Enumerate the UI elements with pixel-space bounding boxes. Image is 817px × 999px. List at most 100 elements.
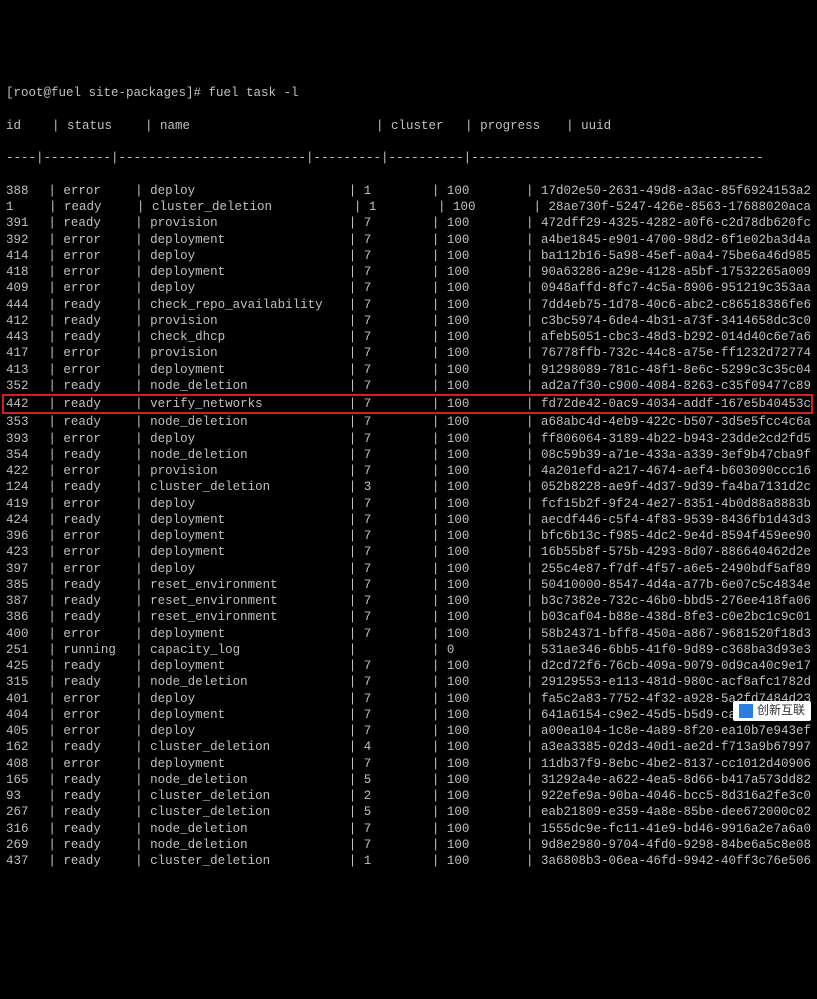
table-row: 251 | running | capacity_log | | 0 | 531… <box>6 642 811 658</box>
cell-cluster: 7 <box>364 313 432 329</box>
cell-uuid: 91298089-781c-48f1-8e6c-5299c3c35c04 <box>541 362 811 378</box>
cell-name: deployment <box>150 512 349 528</box>
cell-id: 162 <box>6 739 48 755</box>
terminal-output: [root@fuel site-packages]# fuel task -l … <box>6 69 811 886</box>
cell-progress: 100 <box>447 313 526 329</box>
cell-name: deploy <box>150 183 349 199</box>
cell-status: ready <box>63 414 135 430</box>
table-row: 316 | ready | node_deletion | 7 | 100 | … <box>6 821 811 837</box>
cell-id: 315 <box>6 674 48 690</box>
cell-uuid: ad2a7f30-c900-4084-8263-c35f09477c89 <box>541 378 811 394</box>
cell-uuid: bfc6b13c-f985-4dc2-9e4d-8594f459ee90 <box>541 528 811 544</box>
cell-name: provision <box>150 463 349 479</box>
cell-cluster: 7 <box>364 674 432 690</box>
cell-status: ready <box>63 215 135 231</box>
cell-uuid: 31292a4e-a622-4ea5-8d66-b417a573dd82 <box>541 772 811 788</box>
cell-progress: 100 <box>447 772 526 788</box>
cell-progress: 100 <box>447 707 526 723</box>
table-row: 386 | ready | reset_environment | 7 | 10… <box>6 609 811 625</box>
cell-cluster: 1 <box>369 199 438 215</box>
cell-status: error <box>63 626 135 642</box>
cell-name: reset_environment <box>150 577 349 593</box>
cell-id: 93 <box>6 788 48 804</box>
table-row: 267 | ready | cluster_deletion | 5 | 100… <box>6 804 811 820</box>
cell-progress: 100 <box>447 837 526 853</box>
watermark-icon <box>739 704 753 718</box>
table-row: 444 | ready | check_repo_availability | … <box>6 297 811 313</box>
cell-cluster: 7 <box>364 512 432 528</box>
cell-uuid: aecdf446-c5f4-4f83-9539-8436fb1d43d3 <box>541 512 811 528</box>
header-name: name <box>160 118 376 134</box>
cell-cluster: 3 <box>364 479 432 495</box>
cell-id: 1 <box>6 199 49 215</box>
cell-progress: 100 <box>447 821 526 837</box>
cell-name: provision <box>150 215 349 231</box>
cell-progress: 0 <box>447 642 526 658</box>
cell-progress: 100 <box>447 447 526 463</box>
cell-status: error <box>63 496 135 512</box>
cell-progress: 100 <box>447 528 526 544</box>
cell-status: ready <box>63 512 135 528</box>
cell-cluster: 7 <box>364 626 432 642</box>
cell-uuid: 08c59b39-a71e-433a-a339-3ef9b47cba9f <box>541 447 811 463</box>
cell-progress: 100 <box>447 345 526 361</box>
cell-name: node_deletion <box>150 772 349 788</box>
table-row: 388 | error | deploy | 1 | 100 | 17d02e5… <box>6 183 811 199</box>
cell-uuid: 11db37f9-8ebc-4be2-8137-cc1012d40906 <box>541 756 811 772</box>
cell-status: ready <box>63 593 135 609</box>
table-row: 413 | error | deployment | 7 | 100 | 912… <box>6 362 811 378</box>
cell-status: error <box>63 463 135 479</box>
table-row: 124 | ready | cluster_deletion | 3 | 100… <box>6 479 811 495</box>
cell-progress: 100 <box>447 431 526 447</box>
cell-progress: 100 <box>447 232 526 248</box>
cell-progress: 100 <box>447 512 526 528</box>
cell-progress: 100 <box>447 479 526 495</box>
cell-cluster: 7 <box>364 345 432 361</box>
table-row: 404 | error | deployment | 7 | 100 | 641… <box>6 707 811 723</box>
cell-id: 443 <box>6 329 48 345</box>
cell-cluster: 7 <box>364 378 432 394</box>
cell-progress: 100 <box>447 378 526 394</box>
cell-name: deploy <box>150 280 349 296</box>
table-row: 93 | ready | cluster_deletion | 2 | 100 … <box>6 788 811 804</box>
cell-status: error <box>63 528 135 544</box>
cell-status: ready <box>63 479 135 495</box>
cell-id: 397 <box>6 561 48 577</box>
cell-status: ready <box>63 329 135 345</box>
cell-progress: 100 <box>447 804 526 820</box>
table-body: 388 | error | deploy | 1 | 100 | 17d02e5… <box>6 183 811 870</box>
cell-progress: 100 <box>447 674 526 690</box>
cell-id: 386 <box>6 609 48 625</box>
cell-id: 354 <box>6 447 48 463</box>
cell-cluster: 7 <box>364 248 432 264</box>
cell-id: 424 <box>6 512 48 528</box>
cell-cluster: 7 <box>364 609 432 625</box>
cell-uuid: 531ae346-6bb5-41f0-9d89-c368ba3d93e3 <box>541 642 811 658</box>
cell-name: deploy <box>150 248 349 264</box>
cell-uuid: 052b8228-ae9f-4d37-9d39-fa4ba7131d2c <box>541 479 811 495</box>
cell-id: 419 <box>6 496 48 512</box>
cell-cluster: 7 <box>364 264 432 280</box>
cell-name: deployment <box>150 658 349 674</box>
header-progress: progress <box>480 118 566 134</box>
cell-name: provision <box>150 345 349 361</box>
cell-uuid: 76778ffb-732c-44c8-a75e-ff1232d72774 <box>541 345 811 361</box>
cell-id: 423 <box>6 544 48 560</box>
cell-cluster: 7 <box>364 821 432 837</box>
cell-uuid: 58b24371-bff8-450a-a867-9681520f18d3 <box>541 626 811 642</box>
cell-progress: 100 <box>447 248 526 264</box>
cell-cluster: 1 <box>364 853 432 869</box>
cell-id: 124 <box>6 479 48 495</box>
cell-name: cluster_deletion <box>150 788 349 804</box>
cell-cluster <box>364 642 432 658</box>
cell-uuid: a00ea104-1c8e-4a89-8f20-ea10b7e943ef <box>541 723 811 739</box>
cell-status: error <box>63 723 135 739</box>
cell-name: deploy <box>150 496 349 512</box>
cell-id: 405 <box>6 723 48 739</box>
cell-id: 442 <box>6 396 48 412</box>
cell-status: ready <box>63 788 135 804</box>
cell-status: error <box>63 183 135 199</box>
cell-uuid: 922efe9a-90ba-4046-bcc5-8d316a2fe3c0 <box>541 788 811 804</box>
cell-cluster: 7 <box>364 837 432 853</box>
table-row: 424 | ready | deployment | 7 | 100 | aec… <box>6 512 811 528</box>
